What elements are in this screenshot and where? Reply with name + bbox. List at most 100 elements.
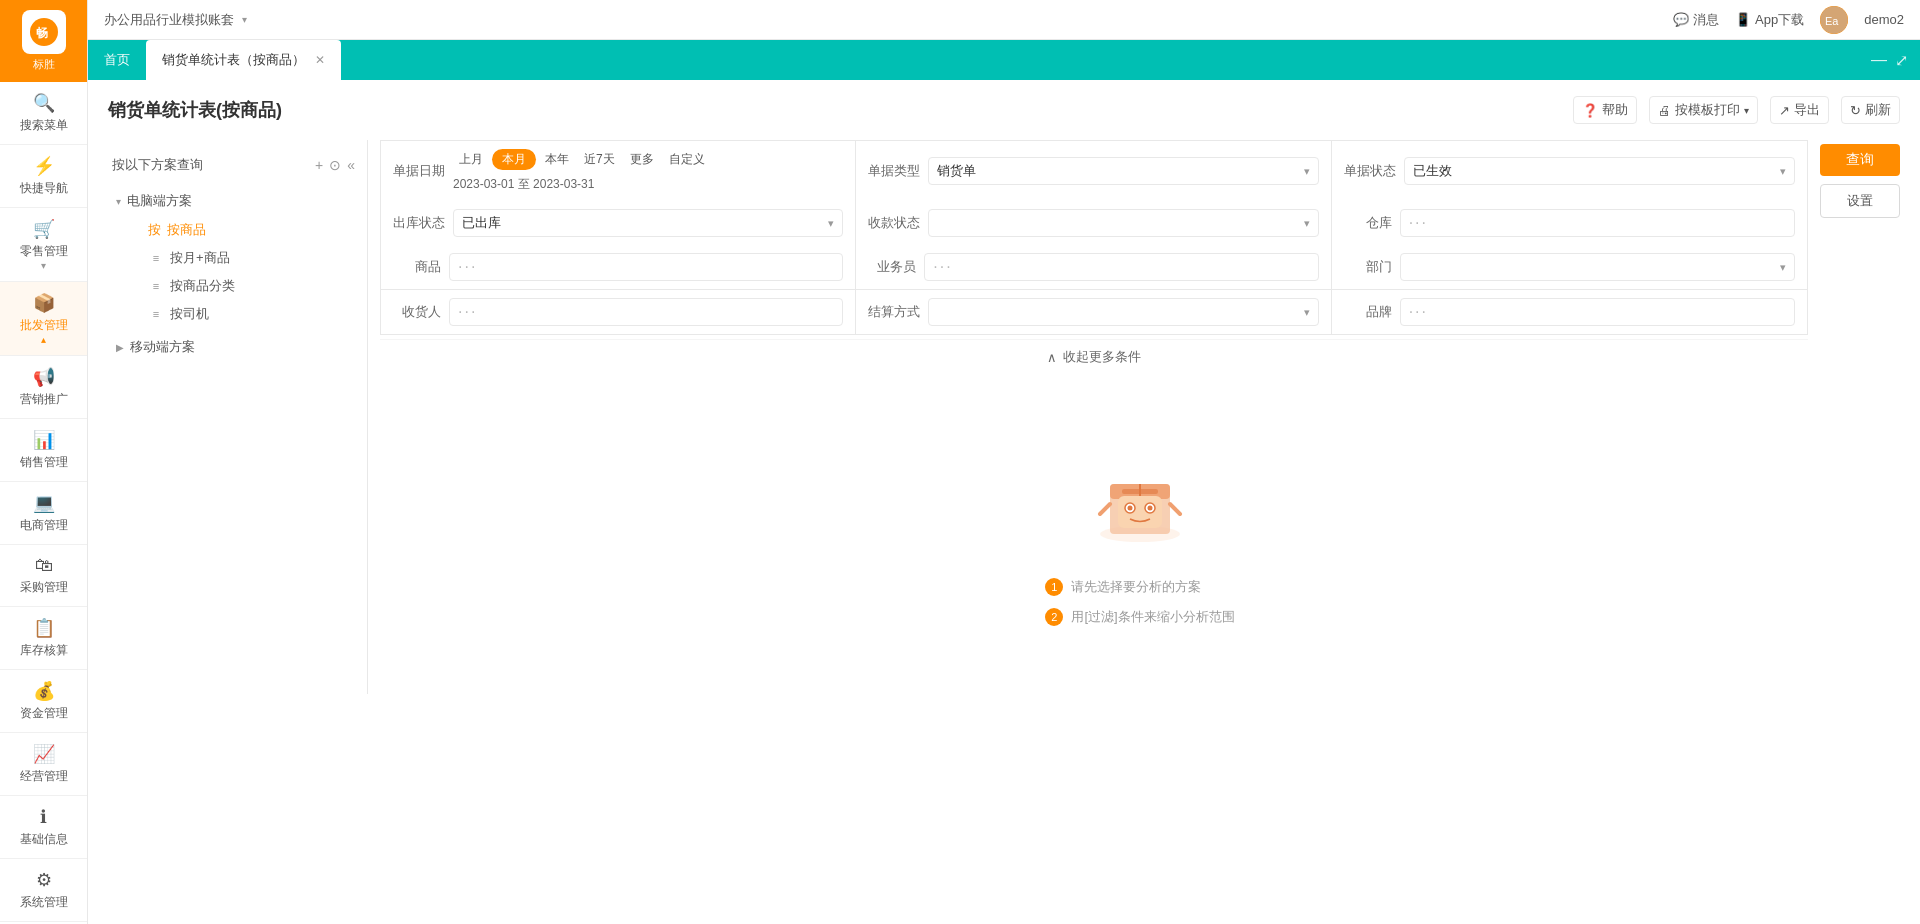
sidebar-item-ecommerce[interactable]: 💻 电商管理 [0,482,87,545]
sidebar-item-label: 电商管理 [20,517,68,534]
brand-dots: ··· [1409,303,1428,321]
tree-mobile-label: 移动端方案 [130,338,195,356]
sidebar-item-wholesale[interactable]: 📦 批发管理 ▴ [0,282,87,356]
warehouse-control[interactable]: ··· [1400,209,1795,237]
collapse-panel-button[interactable]: « [347,157,355,173]
month-product-icon: ≡ [148,250,164,266]
user-name[interactable]: demo2 [1864,12,1904,27]
tab-home[interactable]: 首页 [88,40,146,80]
tree-item-by-product[interactable]: 按 按商品 [124,216,359,244]
settings-button[interactable]: 设置 [1820,184,1900,218]
tree-item-by-machine[interactable]: ≡ 按司机 [124,300,359,328]
filter-cell-salesperson: 业务员 ··· [856,245,1331,289]
tree-item-label: 按月+商品 [170,249,230,267]
tree-item-label: 按商品 [167,221,206,239]
sidebar-item-retail[interactable]: 🛒 零售管理 ▾ [0,208,87,282]
sidebar-item-finance[interactable]: 💰 资金管理 [0,670,87,733]
settlement-control[interactable]: ▾ [928,298,1318,326]
doc-type-label: 单据类型 [868,162,928,180]
doc-type-dropdown-icon: ▾ [1304,165,1310,178]
filter-area: 单据日期 上月 本月 本年 近7天 更多 自定义 [380,140,1808,374]
print-button[interactable]: 🖨 按模板打印 ▾ [1649,96,1758,124]
tab-sales-stats[interactable]: 销货单统计表（按商品） ✕ [146,40,341,80]
user-avatar[interactable]: Ea [1820,6,1848,34]
product-control[interactable]: ··· [449,253,843,281]
workspace-dropdown-icon[interactable]: ▾ [242,14,247,25]
sidebar-item-basic[interactable]: ℹ 基础信息 [0,796,87,859]
tab-minimize-button[interactable]: — [1871,51,1887,69]
action-buttons-area: 查询 设置 [1820,140,1900,218]
recipient-dots: ··· [458,303,477,321]
svg-text:畅: 畅 [36,26,48,40]
recipient-control[interactable]: ··· [449,298,843,326]
tip-text-2: 用[过滤]条件来缩小分析范围 [1071,604,1234,630]
svg-point-12 [1128,506,1133,511]
tree-pc-section[interactable]: ▾ 电脑端方案 [108,186,359,216]
out-status-control[interactable]: 已出库 ▾ [453,209,843,237]
tree-item-by-category[interactable]: ≡ 按商品分类 [124,272,359,300]
salesperson-control[interactable]: ··· [924,253,1318,281]
sidebar-item-search[interactable]: 🔍 搜索菜单 [0,82,87,145]
collapse-label: 收起更多条件 [1063,348,1141,366]
print-label: 按模板打印 [1675,101,1740,119]
workspace-name[interactable]: 办公用品行业模拟账套 [104,11,234,29]
doc-type-control[interactable]: 销货单 ▾ [928,157,1318,185]
tree-item-by-month-product[interactable]: ≡ 按月+商品 [124,244,359,272]
sidebar: 畅 标胜 🔍 搜索菜单 ⚡ 快捷导航 🛒 零售管理 ▾ 📦 批发管理 ▴ 📢 营… [0,0,88,924]
empty-illustration [1080,434,1200,554]
header-right: 💬 消息 📱 App下载 Ea demo2 [1673,6,1904,34]
brand-label: 品牌 [1344,303,1400,321]
payment-status-control[interactable]: ▾ [928,209,1318,237]
tab-close-icon[interactable]: ✕ [315,53,325,67]
left-panel-actions: + ⊙ « [315,157,355,173]
sidebar-item-label: 系统管理 [20,894,68,911]
empty-state: 1 请先选择要分析的方案 2 用[过滤]条件来缩小分析范围 [380,374,1900,694]
svg-line-15 [1170,504,1180,514]
sidebar-item-operations[interactable]: 📈 经营管理 [0,733,87,796]
sidebar-item-inventory[interactable]: 📋 库存核算 [0,607,87,670]
date-controls: 上月 本月 本年 近7天 更多 自定义 2023-0 [453,149,843,193]
doc-status-dropdown-icon: ▾ [1780,165,1786,178]
filter-and-buttons: 单据日期 上月 本月 本年 近7天 更多 自定义 [380,140,1900,374]
export-label: 导出 [1794,101,1820,119]
date-range-text: 2023-03-01 至 2023-03-31 [453,177,594,191]
help-button[interactable]: ❓ 帮助 [1573,96,1637,124]
department-control[interactable]: ▾ [1400,253,1795,281]
date-tab-7days[interactable]: 近7天 [578,149,621,170]
date-tab-last-month[interactable]: 上月 [453,149,489,170]
system-icon: ⚙ [36,869,52,891]
export-button[interactable]: ↗ 导出 [1770,96,1829,124]
edit-scheme-button[interactable]: ⊙ [329,157,341,173]
query-button[interactable]: 查询 [1820,144,1900,176]
sidebar-item-purchase[interactable]: 🛍 采购管理 [0,545,87,607]
refresh-button[interactable]: ↻ 刷新 [1841,96,1900,124]
tab-maximize-button[interactable]: ⤢ [1895,51,1908,70]
sidebar-item-marketing[interactable]: 📢 营销推广 [0,356,87,419]
date-tab-more[interactable]: 更多 [624,149,660,170]
export-icon: ↗ [1779,103,1790,118]
out-status-label: 出库状态 [393,214,453,232]
filter-cell-docstatus: 单据状态 已生效 ▾ [1332,141,1807,201]
doc-status-value: 已生效 [1413,162,1452,180]
salesperson-dots: ··· [933,258,952,276]
add-scheme-button[interactable]: + [315,157,323,173]
sidebar-item-sales[interactable]: 📊 销售管理 [0,419,87,482]
date-tab-this-year[interactable]: 本年 [539,149,575,170]
settlement-dropdown-icon: ▾ [1304,306,1310,319]
date-tab-custom[interactable]: 自定义 [663,149,711,170]
sidebar-item-quick[interactable]: ⚡ 快捷导航 [0,145,87,208]
sidebar-logo[interactable]: 畅 标胜 [0,0,87,82]
tree-mobile-section[interactable]: ▶ 移动端方案 [108,332,359,362]
svg-line-14 [1100,504,1110,514]
brand-control[interactable]: ··· [1400,298,1795,326]
app-download-button[interactable]: 📱 App下载 [1735,11,1804,29]
sidebar-item-label: 资金管理 [20,705,68,722]
doc-status-control[interactable]: 已生效 ▾ [1404,157,1795,185]
message-button[interactable]: 💬 消息 [1673,11,1719,29]
sidebar-item-system[interactable]: ⚙ 系统管理 [0,859,87,922]
tree-arrow-pc: ▾ [116,196,121,207]
tip-num-1: 1 [1045,578,1063,596]
collapse-conditions-button[interactable]: ∧ 收起更多条件 [380,339,1808,374]
inventory-icon: 📋 [33,617,55,639]
date-tab-this-month[interactable]: 本月 [492,149,536,170]
